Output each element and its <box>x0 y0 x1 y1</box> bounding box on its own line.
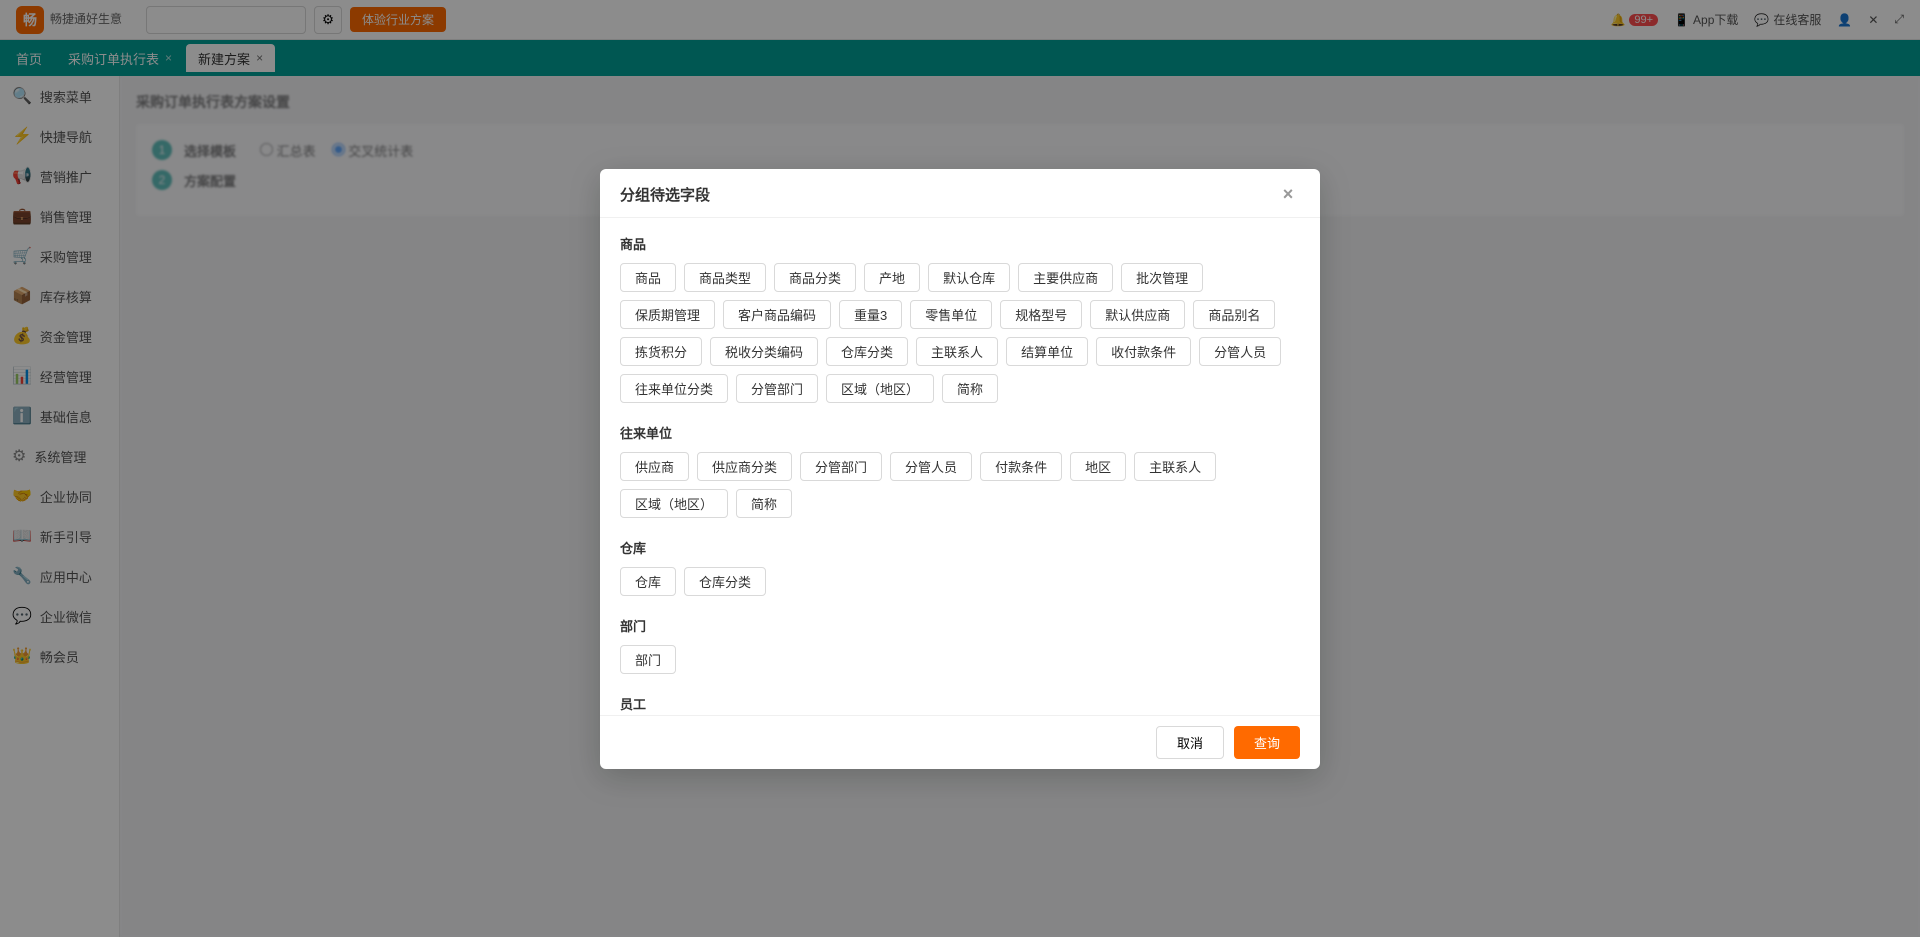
field-tag[interactable]: 商品类型 <box>684 263 766 292</box>
field-tag[interactable]: 产地 <box>864 263 920 292</box>
field-section-往来单位: 往来单位供应商供应商分类分管部门分管人员付款条件地区主联系人区域（地区） 简称 <box>620 423 1300 518</box>
field-tags: 仓库仓库分类 <box>620 567 1300 596</box>
modal-close-button[interactable]: × <box>1276 183 1300 207</box>
field-tag[interactable]: 批次管理 <box>1121 263 1203 292</box>
modal-body: 商品商品商品类型商品分类产地默认仓库主要供应商批次管理保质期管理客户商品编码重量… <box>600 218 1320 715</box>
field-tag[interactable]: 零售单位 <box>910 300 992 329</box>
field-tags: 部门 <box>620 645 1300 674</box>
field-tag[interactable]: 分管人员 <box>1199 337 1281 366</box>
field-tag[interactable]: 仓库分类 <box>826 337 908 366</box>
field-tag[interactable]: 区域（地区） <box>826 374 934 403</box>
field-tag[interactable]: 往来单位分类 <box>620 374 728 403</box>
section-title: 部门 <box>620 616 1300 635</box>
field-tag[interactable]: 商品分类 <box>774 263 856 292</box>
field-tag[interactable]: 简称 <box>942 374 998 403</box>
field-tag[interactable]: 重量3 <box>839 300 902 329</box>
field-tag[interactable]: 分管部门 <box>800 452 882 481</box>
field-tag[interactable]: 供应商 <box>620 452 689 481</box>
modal-overlay: 分组待选字段 × 商品商品商品类型商品分类产地默认仓库主要供应商批次管理保质期管… <box>0 0 1920 937</box>
field-tag[interactable]: 分管人员 <box>890 452 972 481</box>
field-tag[interactable]: 分管部门 <box>736 374 818 403</box>
field-tag[interactable]: 主联系人 <box>916 337 998 366</box>
field-tags: 商品商品类型商品分类产地默认仓库主要供应商批次管理保质期管理客户商品编码重量3 零… <box>620 263 1300 403</box>
field-tag[interactable]: 仓库分类 <box>684 567 766 596</box>
field-tag[interactable]: 规格型号 <box>1000 300 1082 329</box>
field-tag[interactable]: 地区 <box>1070 452 1126 481</box>
cancel-button[interactable]: 取消 <box>1156 726 1224 759</box>
section-title: 员工 <box>620 694 1300 713</box>
field-tag[interactable]: 默认供应商 <box>1090 300 1185 329</box>
field-tag[interactable]: 付款条件 <box>980 452 1062 481</box>
field-tag[interactable]: 保质期管理 <box>620 300 715 329</box>
field-section-商品: 商品商品商品类型商品分类产地默认仓库主要供应商批次管理保质期管理客户商品编码重量… <box>620 234 1300 403</box>
modal-header: 分组待选字段 × <box>600 169 1320 218</box>
field-tag[interactable]: 默认仓库 <box>928 263 1010 292</box>
field-tags: 供应商供应商分类分管部门分管人员付款条件地区主联系人区域（地区） 简称 <box>620 452 1300 518</box>
field-tag[interactable]: 简称 <box>736 489 792 518</box>
field-section-部门: 部门部门 <box>620 616 1300 674</box>
field-tag[interactable]: 结算单位 <box>1006 337 1088 366</box>
field-tag[interactable]: 仓库 <box>620 567 676 596</box>
field-tag[interactable]: 商品别名 <box>1193 300 1275 329</box>
section-title: 商品 <box>620 234 1300 253</box>
field-tag[interactable]: 拣货积分 <box>620 337 702 366</box>
field-tag[interactable]: 供应商分类 <box>697 452 792 481</box>
field-tag[interactable]: 部门 <box>620 645 676 674</box>
field-section-仓库: 仓库仓库仓库分类 <box>620 538 1300 596</box>
field-tag[interactable]: 客户商品编码 <box>723 300 831 329</box>
confirm-button[interactable]: 查询 <box>1234 726 1300 759</box>
field-tag[interactable]: 主要供应商 <box>1018 263 1113 292</box>
modal-title: 分组待选字段 <box>620 184 710 205</box>
field-tag[interactable]: 区域（地区） <box>620 489 728 518</box>
field-tag[interactable]: 主联系人 <box>1134 452 1216 481</box>
field-tag[interactable]: 税收分类编码 <box>710 337 818 366</box>
field-tag[interactable]: 商品 <box>620 263 676 292</box>
field-tag[interactable]: 收付款条件 <box>1096 337 1191 366</box>
section-title: 仓库 <box>620 538 1300 557</box>
section-title: 往来单位 <box>620 423 1300 442</box>
modal-dialog: 分组待选字段 × 商品商品商品类型商品分类产地默认仓库主要供应商批次管理保质期管… <box>600 169 1320 769</box>
modal-footer: 取消 查询 <box>600 715 1320 769</box>
field-section-员工: 员工业务员 <box>620 694 1300 715</box>
